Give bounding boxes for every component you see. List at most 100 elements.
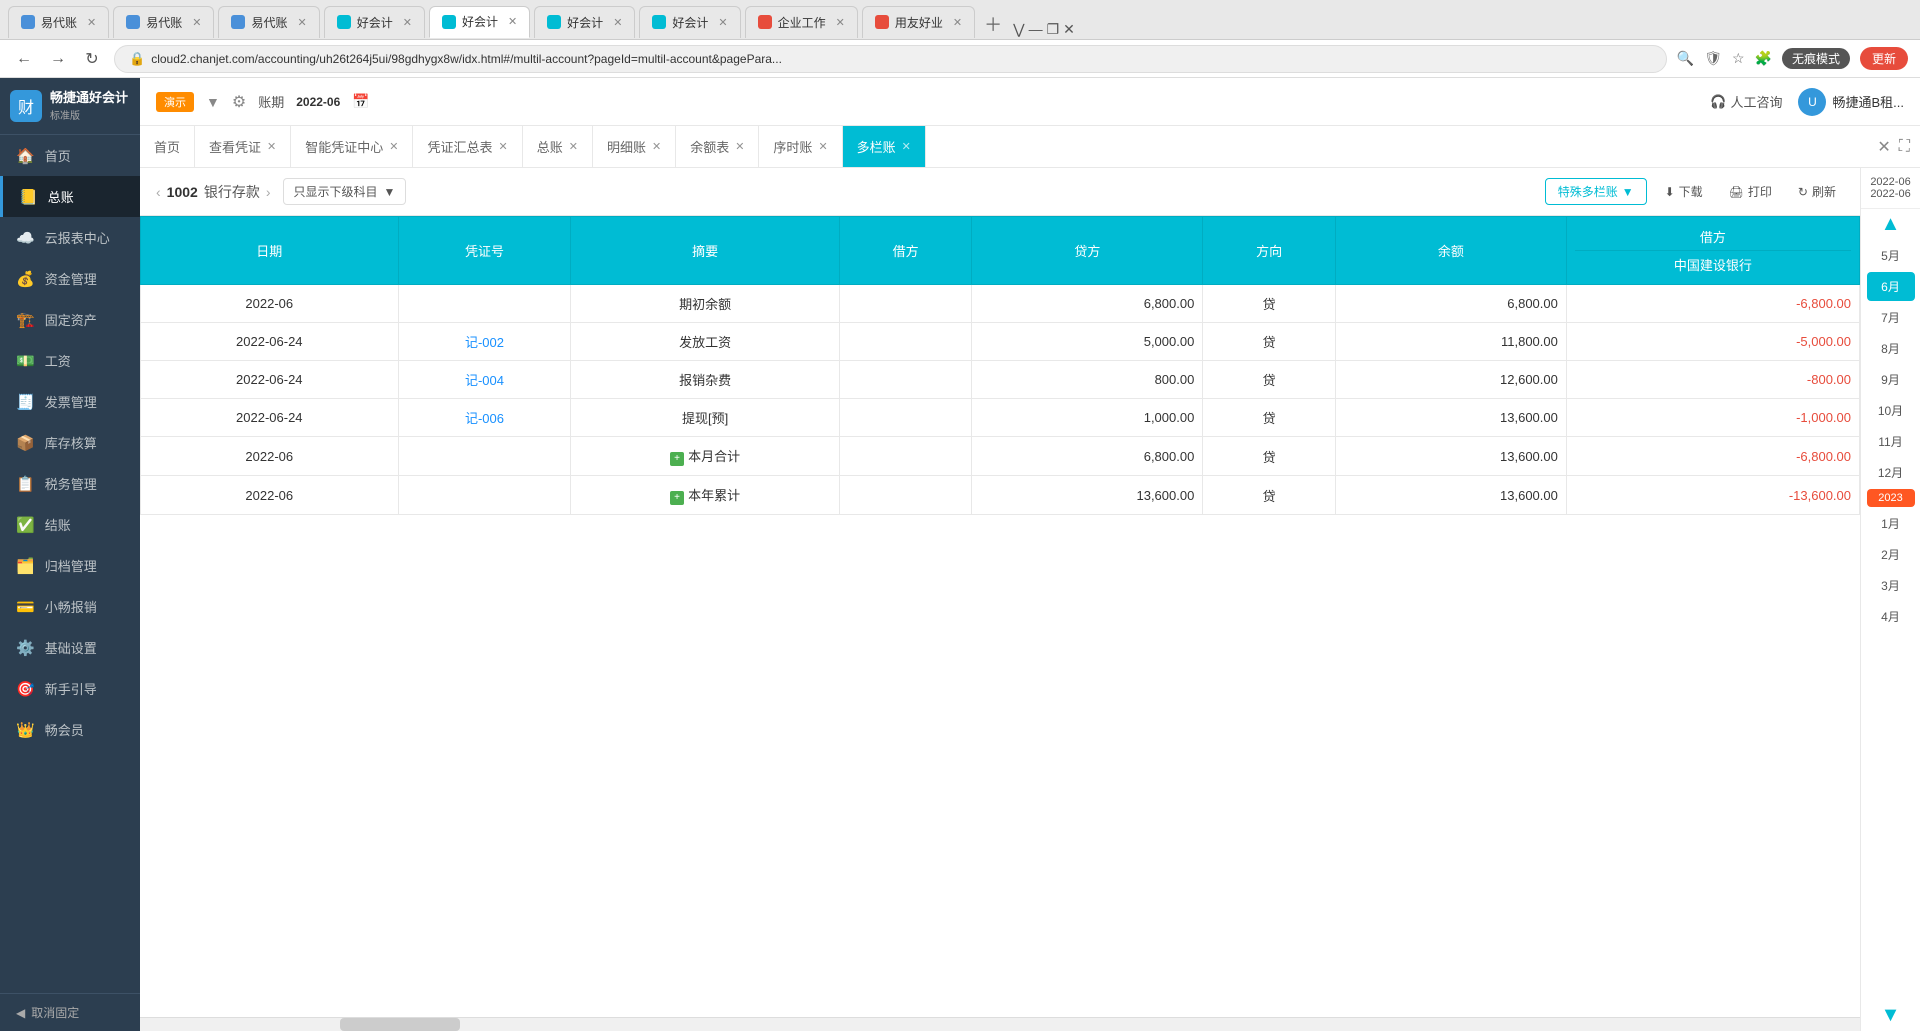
month-item-4[interactable]: 9月 (1867, 365, 1915, 394)
sidebar-item-inventory[interactable]: 📦 库存核算 (0, 422, 140, 463)
refresh-ledger-button[interactable]: ↻ 刷新 (1790, 179, 1844, 204)
tab-list-button[interactable]: ⋁ (1013, 21, 1024, 38)
browser-tab-7[interactable]: 好会计 ✕ (639, 6, 740, 38)
sidebar-item-tax[interactable]: 📋 税务管理 (0, 463, 140, 504)
new-tab-button[interactable]: ＋ (979, 10, 1007, 38)
month-item-11[interactable]: 3月 (1867, 571, 1915, 600)
consult-button[interactable]: 🎧 人工咨询 (1710, 92, 1782, 111)
tab-voucher-summary-close[interactable]: ✕ (499, 140, 508, 153)
cell-voucher-2[interactable]: 记-004 (398, 361, 571, 399)
tab-multi-column[interactable]: 多栏账 ✕ (843, 126, 926, 167)
tab-close-1[interactable]: ✕ (87, 16, 96, 29)
sidebar-item-archive[interactable]: 🗂️ 归档管理 (0, 545, 140, 586)
back-button[interactable]: ← (12, 50, 36, 68)
month-scroll-up[interactable]: ▲ (1877, 209, 1905, 240)
month-item-8[interactable]: 2023 (1867, 489, 1915, 507)
sidebar-item-ledger[interactable]: 📒 总账 (0, 176, 140, 217)
browser-tab-5[interactable]: 好会计 ✕ (429, 6, 530, 38)
tab-close-7[interactable]: ✕ (718, 16, 727, 29)
prev-account-button[interactable]: ‹ (156, 184, 161, 200)
month-item-3[interactable]: 8月 (1867, 334, 1915, 363)
demo-badge[interactable]: 演示 (156, 92, 194, 112)
tab-sequence-close[interactable]: ✕ (818, 140, 827, 153)
month-item-1[interactable]: 6月 (1867, 272, 1915, 301)
month-item-12[interactable]: 4月 (1867, 602, 1915, 631)
scroll-thumb[interactable] (340, 1018, 460, 1031)
next-account-button[interactable]: › (266, 184, 271, 200)
extension-icon[interactable]: 🧩 (1755, 50, 1772, 67)
sidebar-item-reports[interactable]: ☁️ 云报表中心 (0, 217, 140, 258)
tab-balance-close[interactable]: ✕ (735, 140, 744, 153)
sidebar-item-assets[interactable]: 🏗️ 固定资产 (0, 299, 140, 340)
settings-gear-icon[interactable]: ⚙ (232, 92, 246, 112)
tab-vouchers[interactable]: 查看凭证 ✕ (195, 126, 291, 167)
sidebar-item-home[interactable]: 🏠 首页 (0, 135, 140, 176)
collapse-icon[interactable]: ✕ (1877, 137, 1890, 157)
month-item-9[interactable]: 1月 (1867, 509, 1915, 538)
browser-tab-6[interactable]: 好会计 ✕ (534, 6, 635, 38)
tab-general-ledger[interactable]: 总账 ✕ (523, 126, 593, 167)
month-item-10[interactable]: 2月 (1867, 540, 1915, 569)
close-window-button[interactable]: ✕ (1063, 21, 1075, 38)
wuhen-mode-button[interactable]: 无痕模式 (1782, 48, 1850, 69)
tab-smart-voucher[interactable]: 智能凭证中心 ✕ (291, 126, 413, 167)
tab-smart-voucher-close[interactable]: ✕ (389, 140, 398, 153)
sidebar-item-invoice[interactable]: 🧾 发票管理 (0, 381, 140, 422)
dropdown-icon[interactable]: ▼ (206, 94, 220, 110)
pin-button[interactable]: ◀ 取消固定 (16, 1004, 124, 1021)
download-button[interactable]: ⬇ 下载 (1657, 179, 1711, 204)
tab-home[interactable]: 首页 (140, 126, 195, 167)
tab-detail-ledger[interactable]: 明细账 ✕ (593, 126, 676, 167)
sidebar-item-close[interactable]: ✅ 结账 (0, 504, 140, 545)
star-icon[interactable]: ☆ (1732, 50, 1745, 67)
month-item-6[interactable]: 11月 (1867, 427, 1915, 456)
browser-tab-1[interactable]: 易代账 ✕ (8, 6, 109, 38)
sidebar-item-settings[interactable]: ⚙️ 基础设置 (0, 627, 140, 668)
tab-balance[interactable]: 余额表 ✕ (676, 126, 759, 167)
tab-close-2[interactable]: ✕ (192, 16, 201, 29)
tab-close-4[interactable]: ✕ (403, 16, 412, 29)
fullscreen-icon[interactable]: ⛶ (1899, 138, 1910, 156)
tab-close-6[interactable]: ✕ (613, 16, 622, 29)
tab-detail-ledger-close[interactable]: ✕ (652, 140, 661, 153)
period-value[interactable]: 2022-06 (296, 95, 340, 109)
browser-tab-9[interactable]: 用友好业 ✕ (862, 6, 975, 38)
minimize-button[interactable]: — (1029, 21, 1043, 37)
month-item-7[interactable]: 12月 (1867, 458, 1915, 487)
calendar-icon[interactable]: 📅 (352, 93, 369, 110)
browser-tab-3[interactable]: 易代账 ✕ (218, 6, 319, 38)
tab-close-8[interactable]: ✕ (836, 16, 845, 29)
month-item-0[interactable]: 5月 (1867, 241, 1915, 270)
tab-vouchers-close[interactable]: ✕ (267, 140, 276, 153)
tab-general-ledger-close[interactable]: ✕ (569, 140, 578, 153)
maximize-button[interactable]: ❐ (1047, 21, 1060, 38)
update-button[interactable]: 更新 (1860, 47, 1908, 70)
tab-close-9[interactable]: ✕ (953, 16, 962, 29)
cell-voucher-3[interactable]: 记-006 (398, 399, 571, 437)
search-icon[interactable]: 🔍 (1677, 50, 1694, 67)
sub-filter-dropdown[interactable]: 只显示下级科目 ▼ (283, 178, 407, 205)
shield-icon[interactable]: 🛡 (1704, 50, 1722, 67)
month-item-2[interactable]: 7月 (1867, 303, 1915, 332)
sidebar-item-expense[interactable]: 💳 小畅报销 (0, 586, 140, 627)
browser-tab-4[interactable]: 好会计 ✕ (324, 6, 425, 38)
month-scroll-down[interactable]: ▼ (1877, 1000, 1905, 1031)
tab-voucher-summary[interactable]: 凭证汇总表 ✕ (413, 126, 522, 167)
browser-tab-2[interactable]: 易代账 ✕ (113, 6, 214, 38)
sidebar-item-member[interactable]: 👑 畅会员 (0, 709, 140, 750)
browser-tab-8[interactable]: 企业工作 ✕ (745, 6, 858, 38)
sidebar-item-salary[interactable]: 💵 工资 (0, 340, 140, 381)
address-bar[interactable]: 🔒 cloud2.chanjet.com/accounting/uh26t264… (114, 45, 1667, 73)
tab-close-3[interactable]: ✕ (297, 16, 306, 29)
horizontal-scrollbar[interactable] (140, 1017, 1860, 1031)
sidebar-item-funds[interactable]: 💰 资金管理 (0, 258, 140, 299)
tab-close-5[interactable]: ✕ (508, 15, 517, 28)
print-button[interactable]: 🖨 打印 (1721, 179, 1780, 204)
cell-voucher-1[interactable]: 记-002 (398, 323, 571, 361)
forward-button[interactable]: → (46, 50, 70, 68)
tab-sequence[interactable]: 序时账 ✕ (759, 126, 842, 167)
month-item-5[interactable]: 10月 (1867, 396, 1915, 425)
sidebar-item-guide[interactable]: 🎯 新手引导 (0, 668, 140, 709)
special-ledger-button[interactable]: 特殊多栏账 ▼ (1545, 178, 1647, 205)
refresh-nav-button[interactable]: ↻ (80, 49, 104, 69)
